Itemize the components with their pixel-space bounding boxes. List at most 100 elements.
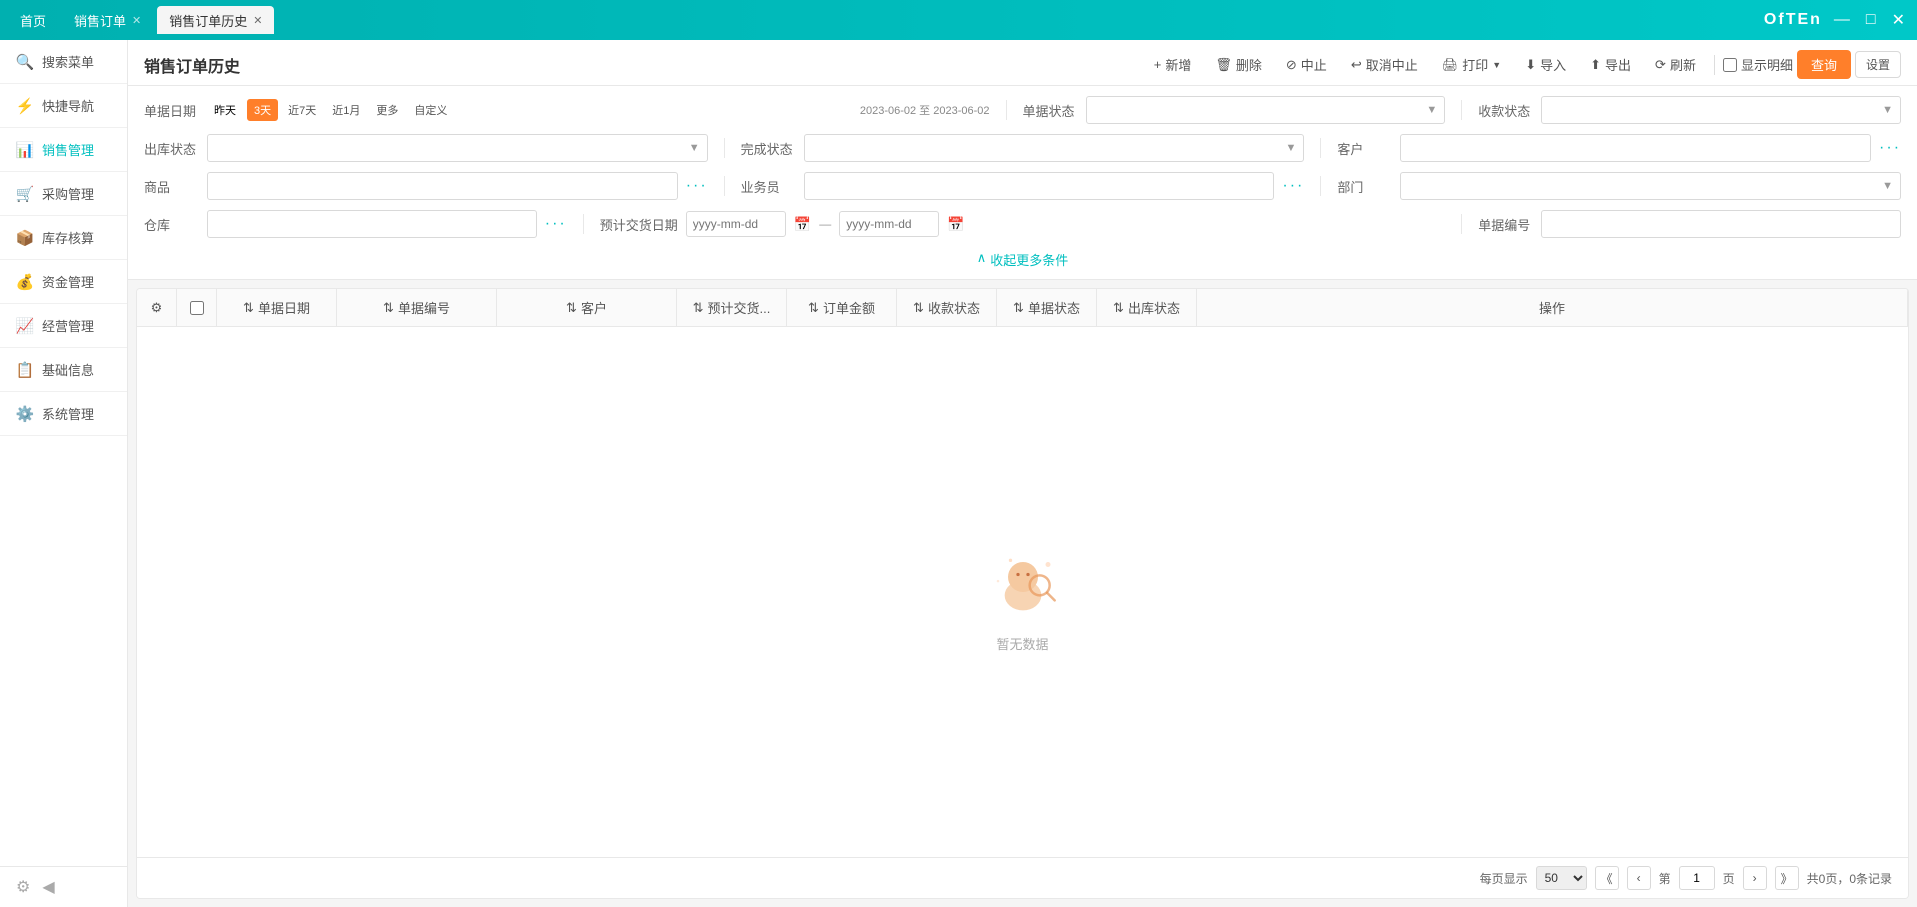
last-page-btn[interactable]: 》 <box>1775 866 1799 890</box>
th-bill-no-sort-icon[interactable]: ⇅ <box>383 300 394 316</box>
payment-status-select[interactable] <box>1541 96 1901 124</box>
date-tag-yesterday[interactable]: 昨天 <box>207 99 243 121</box>
sidebar-collapse-icon[interactable]: ◀ <box>42 877 54 897</box>
th-action: 操作 <box>1197 289 1908 326</box>
show-detail-toggle[interactable]: 显示明细 <box>1723 55 1793 74</box>
product-label: 商品 <box>144 177 199 196</box>
date-range-group: 昨天 3天 近7天 近1月 更多 自定义 <box>207 99 848 121</box>
refresh-icon: ⟳ <box>1655 57 1666 73</box>
delivery-date-from-cal-icon[interactable]: 📅 <box>794 216 811 233</box>
maximize-btn[interactable]: □ <box>1862 11 1880 29</box>
tab-home-label: 首页 <box>20 11 46 30</box>
date-tag-7days[interactable]: 近7天 <box>282 100 322 120</box>
bill-status-select[interactable] <box>1086 96 1446 124</box>
bill-no-input[interactable] <box>1541 210 1901 238</box>
warehouse-input[interactable] <box>207 210 537 238</box>
minimize-btn[interactable]: — <box>1830 11 1854 29</box>
prev-page-btn[interactable]: ‹ <box>1627 866 1651 890</box>
th-delivery-sort-icon[interactable]: ⇅ <box>693 300 704 316</box>
import-icon: ⬇ <box>1525 57 1536 73</box>
refresh-button[interactable]: ⟳ 刷新 <box>1645 51 1706 78</box>
add-icon: + <box>1154 57 1162 72</box>
delivery-date-to[interactable] <box>839 211 939 237</box>
tab-sales-order[interactable]: 销售订单 ✕ <box>62 6 153 34</box>
toolbar: + 新增 🗑 删除 ⊘ 中止 ↩ 取消中止 🖨 打印 <box>1144 50 1901 79</box>
th-bill-status: ⇅ 单据状态 <box>997 289 1097 326</box>
complete-status-select[interactable] <box>804 134 1305 162</box>
date-tag-3days[interactable]: 3天 <box>247 99 278 121</box>
delivery-date-from[interactable] <box>686 211 786 237</box>
sidebar-item-finance[interactable]: 💰 资金管理 <box>0 260 127 304</box>
customer-more-dots[interactable]: ··· <box>1879 139 1901 157</box>
search-menu-icon: 🔍 <box>16 53 34 71</box>
page-size-select[interactable]: 50 20 100 <box>1536 866 1587 890</box>
sales-mgmt-icon: 📊 <box>16 141 34 159</box>
th-amount-sort-icon[interactable]: ⇅ <box>808 300 819 316</box>
cancel-stop-button[interactable]: ↩ 取消中止 <box>1341 51 1428 78</box>
tab-sales-order-history-close[interactable]: ✕ <box>253 14 262 27</box>
th-checkbox[interactable] <box>177 289 217 326</box>
sidebar-item-search-menu[interactable]: 🔍 搜索菜单 <box>0 40 127 84</box>
date-tag-more[interactable]: 更多 <box>370 100 404 120</box>
product-more-dots[interactable]: ··· <box>686 177 708 195</box>
export-icon: ⬆ <box>1590 57 1601 73</box>
page-label-text: 页 <box>1723 870 1735 887</box>
sidebar-item-basic-info[interactable]: 📋 基础信息 <box>0 348 127 392</box>
salesperson-input[interactable] <box>804 172 1275 200</box>
print-arrow-icon: ▼ <box>1492 60 1501 70</box>
tab-sales-order-history[interactable]: 销售订单历史 ✕ <box>157 6 274 34</box>
operations-icon: 📈 <box>16 317 34 335</box>
stop-button[interactable]: ⊘ 中止 <box>1276 51 1337 78</box>
delete-label: 删除 <box>1236 55 1262 74</box>
th-bill-date-sort-icon[interactable]: ⇅ <box>243 300 254 316</box>
date-tag-custom[interactable]: 自定义 <box>408 100 453 120</box>
total-info: 共0页，0条记录 <box>1807 870 1892 887</box>
salesperson-more-dots[interactable]: ··· <box>1282 177 1304 195</box>
th-customer-sort-icon[interactable]: ⇅ <box>566 300 577 316</box>
delivery-date-to-cal-icon[interactable]: 📅 <box>947 216 964 233</box>
settings-col-icon: ⚙ <box>151 300 163 316</box>
refresh-label: 刷新 <box>1670 55 1696 74</box>
sidebar-item-inventory[interactable]: 📦 库存核算 <box>0 216 127 260</box>
th-payment-sort-icon[interactable]: ⇅ <box>913 300 924 316</box>
filter-bill-no: 单据编号 <box>1478 210 1901 238</box>
tab-sales-order-close[interactable]: ✕ <box>132 14 141 27</box>
query-button[interactable]: 查询 <box>1797 50 1851 79</box>
close-btn[interactable]: ✕ <box>1888 10 1909 30</box>
add-button[interactable]: + 新增 <box>1144 51 1202 78</box>
tab-home[interactable]: 首页 <box>8 6 58 34</box>
settings-button[interactable]: 设置 <box>1855 51 1901 78</box>
select-all-checkbox[interactable] <box>190 301 204 315</box>
delete-button[interactable]: 🗑 删除 <box>1205 51 1272 78</box>
next-page-btn[interactable]: › <box>1743 866 1767 890</box>
th-settings[interactable]: ⚙ <box>137 289 177 326</box>
basic-info-icon: 📋 <box>16 361 34 379</box>
product-input[interactable] <box>207 172 678 200</box>
th-amount: ⇅ 订单金额 <box>787 289 897 326</box>
sidebar-item-quick-nav-label: 快捷导航 <box>42 96 94 115</box>
sidebar-settings-icon[interactable]: ⚙ <box>16 877 30 897</box>
sidebar-item-operations[interactable]: 📈 经营管理 <box>0 304 127 348</box>
export-button[interactable]: ⬆ 导出 <box>1580 51 1641 78</box>
date-tag-1month[interactable]: 近1月 <box>326 100 366 120</box>
sidebar-item-sales-mgmt[interactable]: 📊 销售管理 <box>0 128 127 172</box>
filter-divider-4 <box>1320 138 1321 158</box>
th-billstatus-sort-icon[interactable]: ⇅ <box>1013 300 1024 316</box>
first-page-btn[interactable]: 《 <box>1595 866 1619 890</box>
customer-input[interactable] <box>1400 134 1871 162</box>
sidebar-item-purchase-mgmt[interactable]: 🛒 采购管理 <box>0 172 127 216</box>
show-detail-checkbox[interactable] <box>1723 58 1737 72</box>
print-button[interactable]: 🖨 打印 ▼ <box>1432 51 1511 78</box>
import-button[interactable]: ⬇ 导入 <box>1515 51 1576 78</box>
top-bar-right: OfTEn — □ ✕ <box>1756 10 1909 30</box>
out-status-select[interactable] <box>207 134 708 162</box>
table-section: ⚙ ⇅ 单据日期 ⇅ 单据编号 ⇅ 客户 ⇅ <box>136 288 1909 899</box>
import-label: 导入 <box>1540 55 1566 74</box>
page-number-input[interactable] <box>1679 866 1715 890</box>
sidebar-item-system-mgmt[interactable]: ⚙️ 系统管理 <box>0 392 127 436</box>
warehouse-more-dots[interactable]: ··· <box>545 215 567 233</box>
sidebar-item-quick-nav[interactable]: ⚡ 快捷导航 <box>0 84 127 128</box>
collapse-row[interactable]: ∧ 收起更多条件 <box>144 248 1901 269</box>
dept-select[interactable] <box>1400 172 1901 200</box>
th-outstatus-sort-icon[interactable]: ⇅ <box>1113 300 1124 316</box>
